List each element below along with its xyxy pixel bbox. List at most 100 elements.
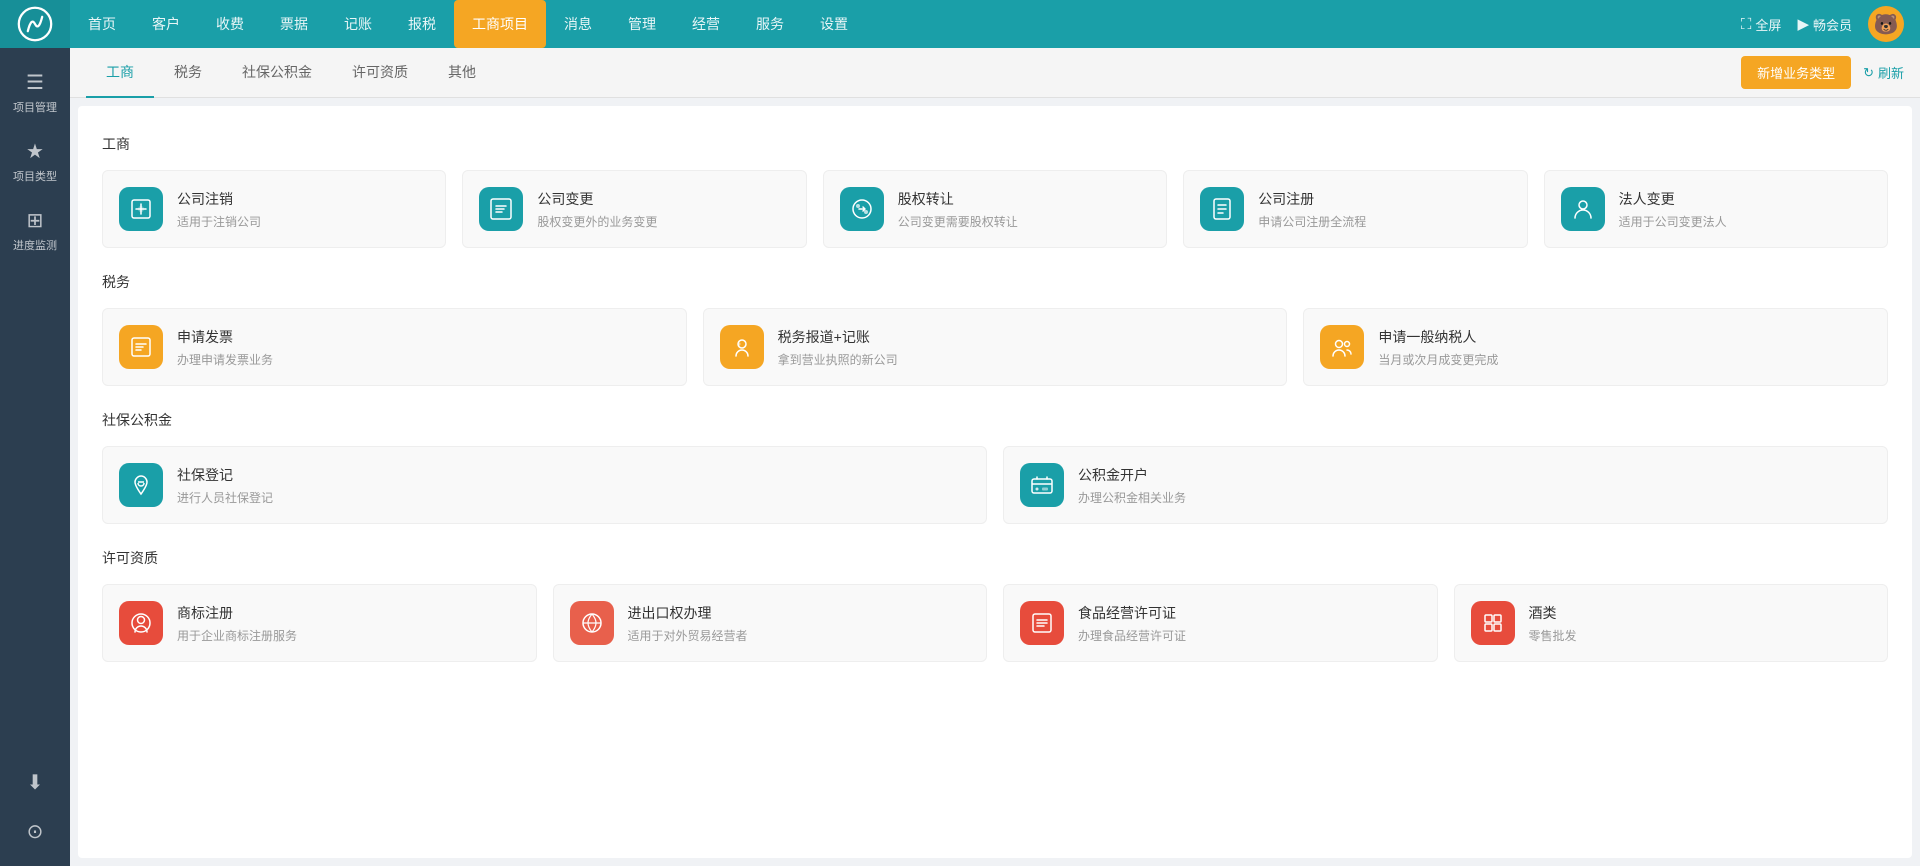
tab-industry[interactable]: 工商 xyxy=(86,48,154,98)
avatar[interactable]: 🐻 xyxy=(1868,6,1904,42)
card-general-taxpayer[interactable]: 申请一般纳税人 当月或次月成变更完成 xyxy=(1303,308,1888,386)
company-cancel-desc: 适用于注销公司 xyxy=(177,213,429,230)
company-change-desc: 股权变更外的业务变更 xyxy=(537,213,789,230)
nav-bills[interactable]: 票据 xyxy=(262,0,326,48)
fullscreen-icon: ⛶ xyxy=(1741,16,1752,33)
food-license-title: 食品经营许可证 xyxy=(1078,603,1421,623)
general-taxpayer-desc: 当月或次月成变更完成 xyxy=(1378,351,1871,368)
general-taxpayer-info: 申请一般纳税人 当月或次月成变更完成 xyxy=(1378,327,1871,368)
nav-settings[interactable]: 设置 xyxy=(802,0,866,48)
import-export-desc: 适用于对外贸易经营者 xyxy=(628,627,971,644)
food-license-icon xyxy=(1020,601,1064,645)
sidebar-item-download[interactable]: ⬇ xyxy=(0,758,70,807)
trademark-title: 商标注册 xyxy=(177,603,520,623)
card-invoice-apply[interactable]: 申请发票 办理申请发票业务 xyxy=(102,308,687,386)
card-tax-report[interactable]: 税务报道+记账 拿到营业执照的新公司 xyxy=(703,308,1288,386)
section-social-title: 社保公积金 xyxy=(102,410,1888,430)
sidebar-item-project-type[interactable]: ★ 项目类型 xyxy=(0,127,70,196)
company-change-icon xyxy=(479,187,523,231)
social-register-desc: 进行人员社保登记 xyxy=(177,489,970,506)
social-register-icon xyxy=(119,463,163,507)
legal-change-icon xyxy=(1561,187,1605,231)
nav-accounting[interactable]: 记账 xyxy=(326,0,390,48)
member-button[interactable]: ▶ 畅会员 xyxy=(1797,15,1852,34)
tax-report-desc: 拿到营业执照的新公司 xyxy=(778,351,1271,368)
equity-transfer-desc: 公司变更需要股权转让 xyxy=(898,213,1150,230)
nav-manage[interactable]: 管理 xyxy=(610,0,674,48)
legal-change-info: 法人变更 适用于公司变更法人 xyxy=(1619,189,1871,230)
import-export-icon xyxy=(570,601,614,645)
card-company-change[interactable]: 公司变更 股权变更外的业务变更 xyxy=(462,170,806,248)
nav-message[interactable]: 消息 xyxy=(546,0,610,48)
tab-license[interactable]: 许可资质 xyxy=(332,48,428,98)
nav-customer[interactable]: 客户 xyxy=(134,0,198,48)
card-company-register[interactable]: 公司注册 申请公司注册全流程 xyxy=(1183,170,1527,248)
invoice-apply-desc: 办理申请发票业务 xyxy=(177,351,670,368)
sidebar-item-location[interactable]: ⊙ xyxy=(0,807,70,856)
trademark-icon xyxy=(119,601,163,645)
nav-tax[interactable]: 报税 xyxy=(390,0,454,48)
card-equity-transfer[interactable]: 股权转让 公司变更需要股权转让 xyxy=(823,170,1167,248)
fund-account-icon xyxy=(1020,463,1064,507)
invoice-apply-info: 申请发票 办理申请发票业务 xyxy=(177,327,670,368)
invoice-apply-icon xyxy=(119,325,163,369)
fullscreen-button[interactable]: ⛶ 全屏 xyxy=(1741,15,1782,34)
project-management-icon: ☰ xyxy=(26,70,44,95)
trademark-desc: 用于企业商标注册服务 xyxy=(177,627,520,644)
social-register-title: 社保登记 xyxy=(177,465,970,485)
company-cancel-icon xyxy=(119,187,163,231)
company-cancel-title: 公司注销 xyxy=(177,189,429,209)
company-change-info: 公司变更 股权变更外的业务变更 xyxy=(537,189,789,230)
alcohol-title: 酒类 xyxy=(1529,603,1872,623)
play-icon: ▶ xyxy=(1797,15,1809,33)
sidebar-item-project-management[interactable]: ☰ 项目管理 xyxy=(0,58,70,127)
company-register-desc: 申请公司注册全流程 xyxy=(1258,213,1510,230)
fund-account-info: 公积金开户 办理公积金相关业务 xyxy=(1078,465,1871,506)
equity-transfer-icon xyxy=(840,187,884,231)
card-trademark[interactable]: 商标注册 用于企业商标注册服务 xyxy=(102,584,537,662)
invoice-apply-title: 申请发票 xyxy=(177,327,670,347)
tab-social-fund[interactable]: 社保公积金 xyxy=(222,48,332,98)
social-register-info: 社保登记 进行人员社保登记 xyxy=(177,465,970,506)
nav-home[interactable]: 首页 xyxy=(70,0,134,48)
card-legal-change[interactable]: 法人变更 适用于公司变更法人 xyxy=(1544,170,1888,248)
section-industry: 工商 公司注销 适用于注销公司 xyxy=(102,134,1888,248)
industry-cards: 公司注销 适用于注销公司 公司变更 股权 xyxy=(102,170,1888,248)
company-register-title: 公司注册 xyxy=(1258,189,1510,209)
import-export-info: 进出口权办理 适用于对外贸易经营者 xyxy=(628,603,971,644)
refresh-icon: ↻ xyxy=(1863,65,1874,81)
card-social-register[interactable]: 社保登记 进行人员社保登记 xyxy=(102,446,987,524)
card-alcohol[interactable]: 酒类 零售批发 xyxy=(1454,584,1889,662)
nav-fees[interactable]: 收费 xyxy=(198,0,262,48)
sidebar-item-progress-monitor[interactable]: ⊞ 进度监测 xyxy=(0,196,70,265)
company-cancel-info: 公司注销 适用于注销公司 xyxy=(177,189,429,230)
section-license: 许可资质 商标注册 用于企业商标注册服务 xyxy=(102,548,1888,662)
food-license-info: 食品经营许可证 办理食品经营许可证 xyxy=(1078,603,1421,644)
tax-report-icon xyxy=(720,325,764,369)
refresh-button[interactable]: ↻ 刷新 xyxy=(1863,63,1904,82)
tax-report-title: 税务报道+记账 xyxy=(778,327,1271,347)
equity-transfer-title: 股权转让 xyxy=(898,189,1150,209)
card-import-export[interactable]: 进出口权办理 适用于对外贸易经营者 xyxy=(553,584,988,662)
nav-industry[interactable]: 工商项目 xyxy=(454,0,546,48)
section-tax: 税务 申请发票 办理申请发票业务 xyxy=(102,272,1888,386)
import-export-title: 进出口权办理 xyxy=(628,603,971,623)
alcohol-icon xyxy=(1471,601,1515,645)
project-type-icon: ★ xyxy=(26,139,44,164)
nav-items: 首页 客户 收费 票据 记账 报税 工商项目 消息 管理 经营 服务 设置 xyxy=(70,0,866,48)
nav-service[interactable]: 服务 xyxy=(738,0,802,48)
tax-report-info: 税务报道+记账 拿到营业执照的新公司 xyxy=(778,327,1271,368)
logo[interactable] xyxy=(0,0,70,48)
add-business-type-button[interactable]: 新增业务类型 xyxy=(1741,56,1851,89)
tab-other[interactable]: 其他 xyxy=(428,48,496,98)
general-taxpayer-title: 申请一般纳税人 xyxy=(1378,327,1871,347)
card-food-license[interactable]: 食品经营许可证 办理食品经营许可证 xyxy=(1003,584,1438,662)
equity-transfer-info: 股权转让 公司变更需要股权转让 xyxy=(898,189,1150,230)
nav-operation[interactable]: 经营 xyxy=(674,0,738,48)
card-company-cancel[interactable]: 公司注销 适用于注销公司 xyxy=(102,170,446,248)
company-change-title: 公司变更 xyxy=(537,189,789,209)
legal-change-title: 法人变更 xyxy=(1619,189,1871,209)
card-fund-account[interactable]: 公积金开户 办理公积金相关业务 xyxy=(1003,446,1888,524)
tab-tax[interactable]: 税务 xyxy=(154,48,222,98)
license-cards: 商标注册 用于企业商标注册服务 进出口权办理 xyxy=(102,584,1888,662)
